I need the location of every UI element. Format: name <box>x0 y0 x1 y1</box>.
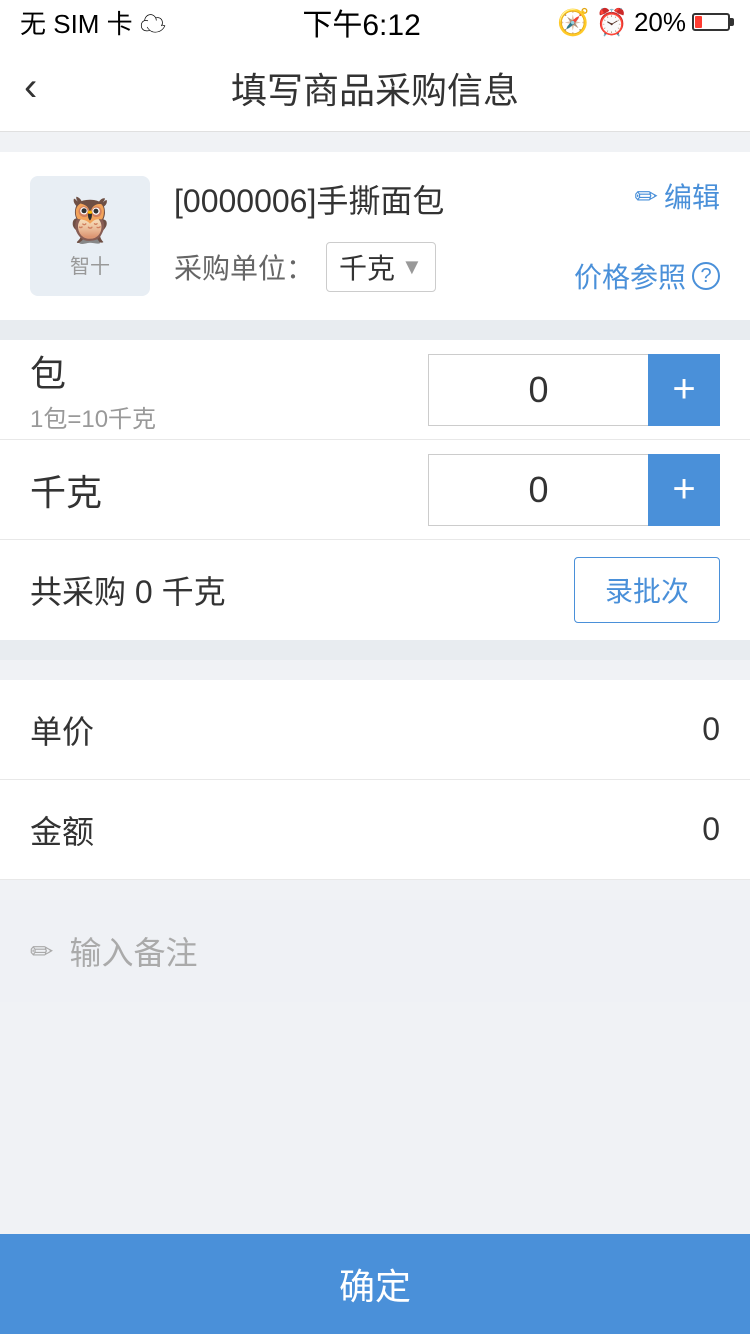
bag-input-wrap: + <box>428 354 720 426</box>
status-time: 下午6:12 <box>302 0 420 44</box>
bag-input-row: 包 1包=10千克 + <box>0 340 750 440</box>
alarm-icon: ⏰ <box>596 7 628 38</box>
total-row: 共采购 0 千克 录批次 <box>0 540 750 640</box>
remark-section[interactable]: ✏ 输入备注 <box>0 900 750 1002</box>
unit-value: 千克 <box>339 247 395 287</box>
unit-price-row: 单价 0 <box>0 680 750 780</box>
confirm-label: 确定 <box>339 1258 411 1310</box>
price-ref-label: 价格参照 <box>574 256 686 296</box>
info-icon: ? <box>692 262 720 290</box>
kg-input-wrap: + <box>428 454 720 526</box>
total-label: 共采购 <box>30 574 126 610</box>
status-left: 无 SIM 卡 ☁ <box>20 4 166 41</box>
kg-label: 千克 <box>30 464 428 516</box>
back-button[interactable]: ‹ <box>24 65 37 110</box>
status-bar: 无 SIM 卡 ☁ 下午6:12 🧭 ⏰ 20% <box>0 0 750 44</box>
amount-label: 金额 <box>30 807 94 853</box>
product-logo-text: 智十 <box>70 250 110 279</box>
kg-label-group: 千克 <box>30 464 428 516</box>
kg-input[interactable] <box>428 454 648 526</box>
bag-input[interactable] <box>428 354 648 426</box>
edit-label: 编辑 <box>664 176 720 216</box>
battery-icon <box>692 13 730 31</box>
battery-percent: 20% <box>634 7 686 38</box>
chevron-down-icon: ▼ <box>401 254 423 280</box>
bag-label: 包 <box>30 345 428 397</box>
price-info-section: 单价 0 金额 0 <box>0 680 750 880</box>
kg-input-row: 千克 + <box>0 440 750 540</box>
unit-price-value: 0 <box>702 711 720 748</box>
unit-select[interactable]: 千克 ▼ <box>326 242 436 292</box>
page-title: 填写商品采购信息 <box>231 62 519 114</box>
confirm-button[interactable]: 确定 <box>0 1234 750 1334</box>
nav-bar: ‹ 填写商品采购信息 <box>0 44 750 132</box>
nav-icon: 🧭 <box>557 7 589 38</box>
amount-value: 0 <box>702 811 720 848</box>
bag-label-group: 包 1包=10千克 <box>30 345 428 434</box>
section-divider-2 <box>0 640 750 660</box>
kg-plus-button[interactable]: + <box>648 454 720 526</box>
edit-button[interactable]: ✏ 编辑 <box>635 176 720 216</box>
product-logo: 🦉 <box>63 194 118 246</box>
pencil-icon: ✏ <box>30 935 53 968</box>
sim-label: 无 SIM 卡 ☁ <box>20 4 166 41</box>
unit-price-label: 单价 <box>30 707 94 753</box>
bag-plus-button[interactable]: + <box>648 354 720 426</box>
price-reference-button[interactable]: 价格参照 ? <box>574 256 720 296</box>
amount-row: 金额 0 <box>0 780 750 880</box>
record-batch-button[interactable]: 录批次 <box>574 557 720 623</box>
input-section: 包 1包=10千克 + 千克 + <box>0 340 750 540</box>
section-divider-1 <box>0 320 750 340</box>
product-card: 🦉 智十 [0000006]手撕面包 采购单位： 千克 ▼ ✏ 编辑 价格参照 … <box>0 152 750 320</box>
bag-sub-label: 1包=10千克 <box>30 399 428 434</box>
product-image: 🦉 智十 <box>30 176 150 296</box>
edit-icon: ✏ <box>635 180 658 213</box>
status-right: 🧭 ⏰ 20% <box>557 7 730 38</box>
total-text: 共采购 0 千克 <box>30 567 226 613</box>
total-unit <box>153 574 162 610</box>
remark-placeholder: 输入备注 <box>69 928 197 974</box>
unit-label: 采购单位： <box>174 247 314 287</box>
